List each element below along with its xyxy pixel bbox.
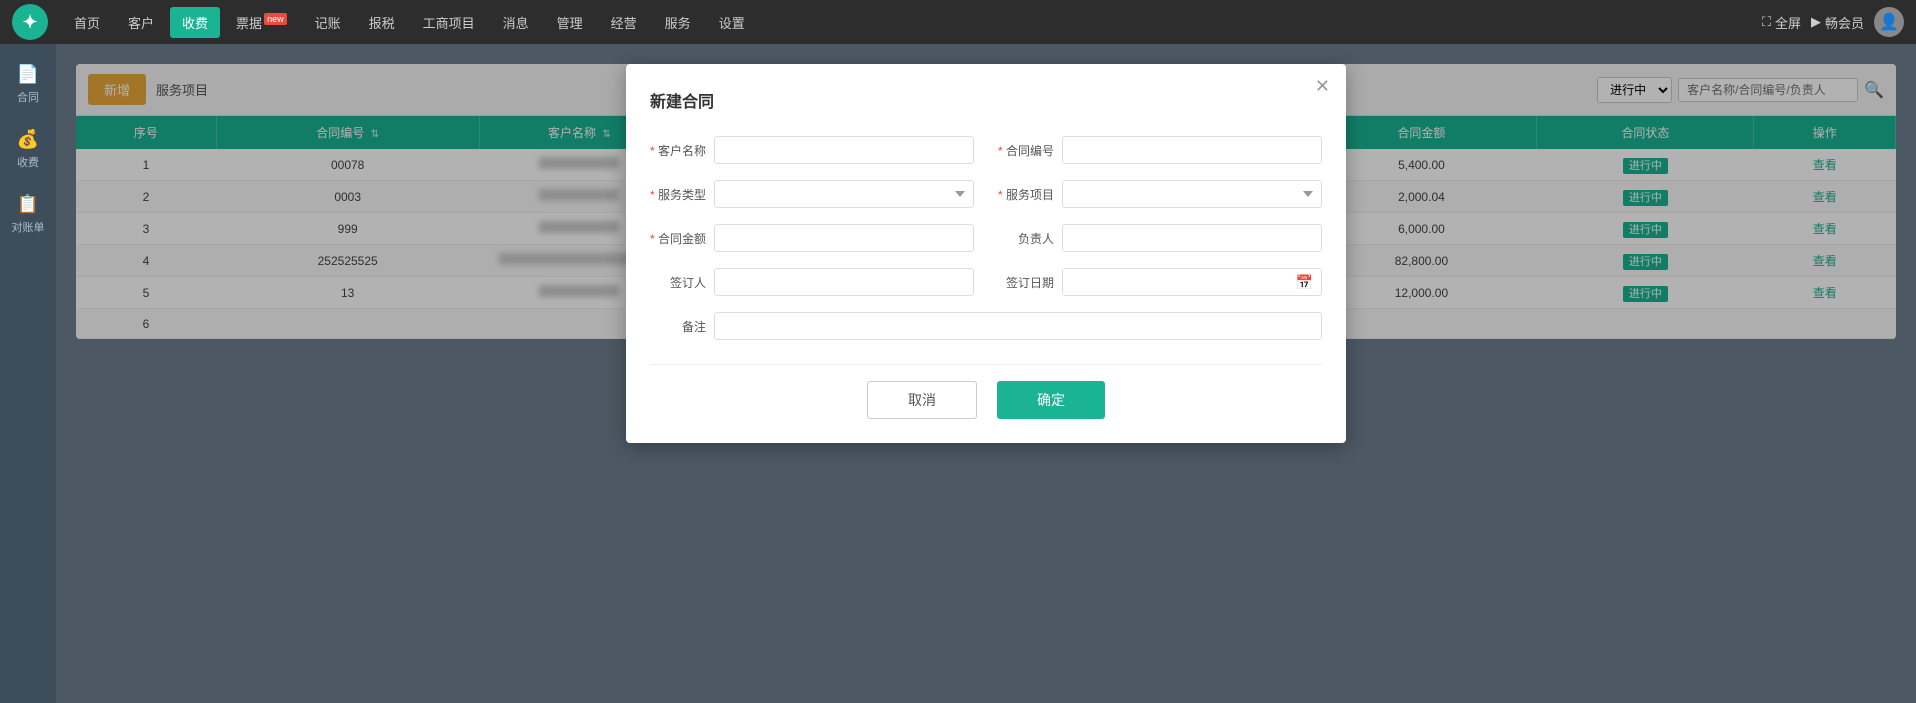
form-field-service-item: 服务项目 <box>998 180 1322 208</box>
form-field-signer: 签订人 <box>650 268 974 296</box>
nav-manage[interactable]: 管理 <box>545 7 595 38</box>
modal-close-button[interactable]: ✕ <box>1315 76 1330 97</box>
nav-operation[interactable]: 经营 <box>599 7 649 38</box>
responsible-input[interactable] <box>1062 224 1322 252</box>
nav-message[interactable]: 消息 <box>491 7 541 38</box>
service-item-select[interactable] <box>1062 180 1322 208</box>
form-field-service-type: 服务类型 <box>650 180 974 208</box>
billing-icon: 💰 <box>17 129 39 150</box>
new-contract-modal: 新建合同 ✕ 客户名称 合同编号 服务类型 <box>626 64 1346 443</box>
sidebar-item-billing[interactable]: 💰 收费 <box>0 119 56 180</box>
form-grid: 客户名称 合同编号 服务类型 服务项目 <box>650 136 1322 340</box>
play-icon: ▶ <box>1811 14 1821 30</box>
app-logo: ✦ <box>12 4 48 40</box>
nav-badge-new: new <box>264 13 287 25</box>
sidebar-item-contract-label: 合同 <box>17 89 39 105</box>
service-item-label: 服务项目 <box>998 186 1054 203</box>
nav-tax[interactable]: 报税 <box>357 7 407 38</box>
nav-business[interactable]: 工商项目 <box>411 7 487 38</box>
contract-amount-input[interactable]: 0.00 <box>714 224 974 252</box>
modal-footer: 取消 确定 <box>650 364 1322 419</box>
service-type-select[interactable] <box>714 180 974 208</box>
contract-amount-label: 合同金额 <box>650 230 706 247</box>
reconciliation-icon: 📋 <box>17 194 39 215</box>
form-field-notes: 备注 <box>650 312 1322 340</box>
fullscreen-button[interactable]: ⛶ 全屏 <box>1762 13 1801 32</box>
user-avatar[interactable]: 👤 <box>1874 7 1904 37</box>
nav-home[interactable]: 首页 <box>62 7 112 38</box>
nav-billing[interactable]: 收费 <box>170 7 220 38</box>
contract-no-label: 合同编号 <box>998 142 1054 159</box>
contract-icon: 📄 <box>17 64 39 85</box>
sidebar-item-reconciliation[interactable]: 📋 对账单 <box>0 184 56 245</box>
signer-label: 签订人 <box>650 274 706 291</box>
customer-name-label: 客户名称 <box>650 142 706 159</box>
form-field-contract-no: 合同编号 <box>998 136 1322 164</box>
sidebar-item-billing-label: 收费 <box>17 154 39 170</box>
notes-input[interactable] <box>714 312 1322 340</box>
contract-no-input[interactable] <box>1062 136 1322 164</box>
form-field-sign-date: 签订日期 2023-06-06 📅 <box>998 268 1322 296</box>
modal-title: 新建合同 <box>650 88 1322 112</box>
nav-invoice[interactable]: 票据new <box>224 7 299 38</box>
top-nav: ✦ 首页 客户 收费 票据new 记账 报税 工商项目 消息 管理 经营 服务 … <box>0 0 1916 44</box>
modal-overlay: 新建合同 ✕ 客户名称 合同编号 服务类型 <box>56 44 1916 703</box>
sign-date-input[interactable]: 2023-06-06 <box>1063 269 1288 295</box>
notes-label: 备注 <box>650 318 706 335</box>
date-wrapper: 2023-06-06 📅 <box>1062 268 1322 296</box>
sidebar-item-reconciliation-label: 对账单 <box>12 219 45 235</box>
service-type-label: 服务类型 <box>650 186 706 203</box>
top-nav-right: ⛶ 全屏 ▶ 畅会员 👤 <box>1762 7 1904 37</box>
nav-settings[interactable]: 设置 <box>707 7 757 38</box>
sign-date-label: 签订日期 <box>998 274 1054 291</box>
nav-customer[interactable]: 客户 <box>116 7 166 38</box>
sidebar: 📄 合同 💰 收费 📋 对账单 <box>0 44 56 703</box>
form-field-customer: 客户名称 <box>650 136 974 164</box>
nav-records[interactable]: 记账 <box>303 7 353 38</box>
form-field-amount: 合同金额 0.00 <box>650 224 974 252</box>
nav-service[interactable]: 服务 <box>653 7 703 38</box>
responsible-label: 负责人 <box>998 230 1054 247</box>
avatar-icon: 👤 <box>1879 12 1899 32</box>
signer-input[interactable] <box>714 268 974 296</box>
fullscreen-icon: ⛶ <box>1762 14 1771 30</box>
confirm-button[interactable]: 确定 <box>997 381 1105 419</box>
form-field-responsible: 负责人 <box>998 224 1322 252</box>
content-area: 新增 服务项目 进行中 已完成 全部 🔍 序号 合同编号 <box>56 44 1916 703</box>
cancel-button[interactable]: 取消 <box>867 381 977 419</box>
member-button[interactable]: ▶ 畅会员 <box>1811 13 1864 32</box>
customer-name-input[interactable] <box>714 136 974 164</box>
main-layout: 📄 合同 💰 收费 📋 对账单 新增 服务项目 进行中 已完成 全部 <box>0 44 1916 703</box>
sidebar-item-contract[interactable]: 📄 合同 <box>0 54 56 115</box>
calendar-icon[interactable]: 📅 <box>1288 274 1321 291</box>
